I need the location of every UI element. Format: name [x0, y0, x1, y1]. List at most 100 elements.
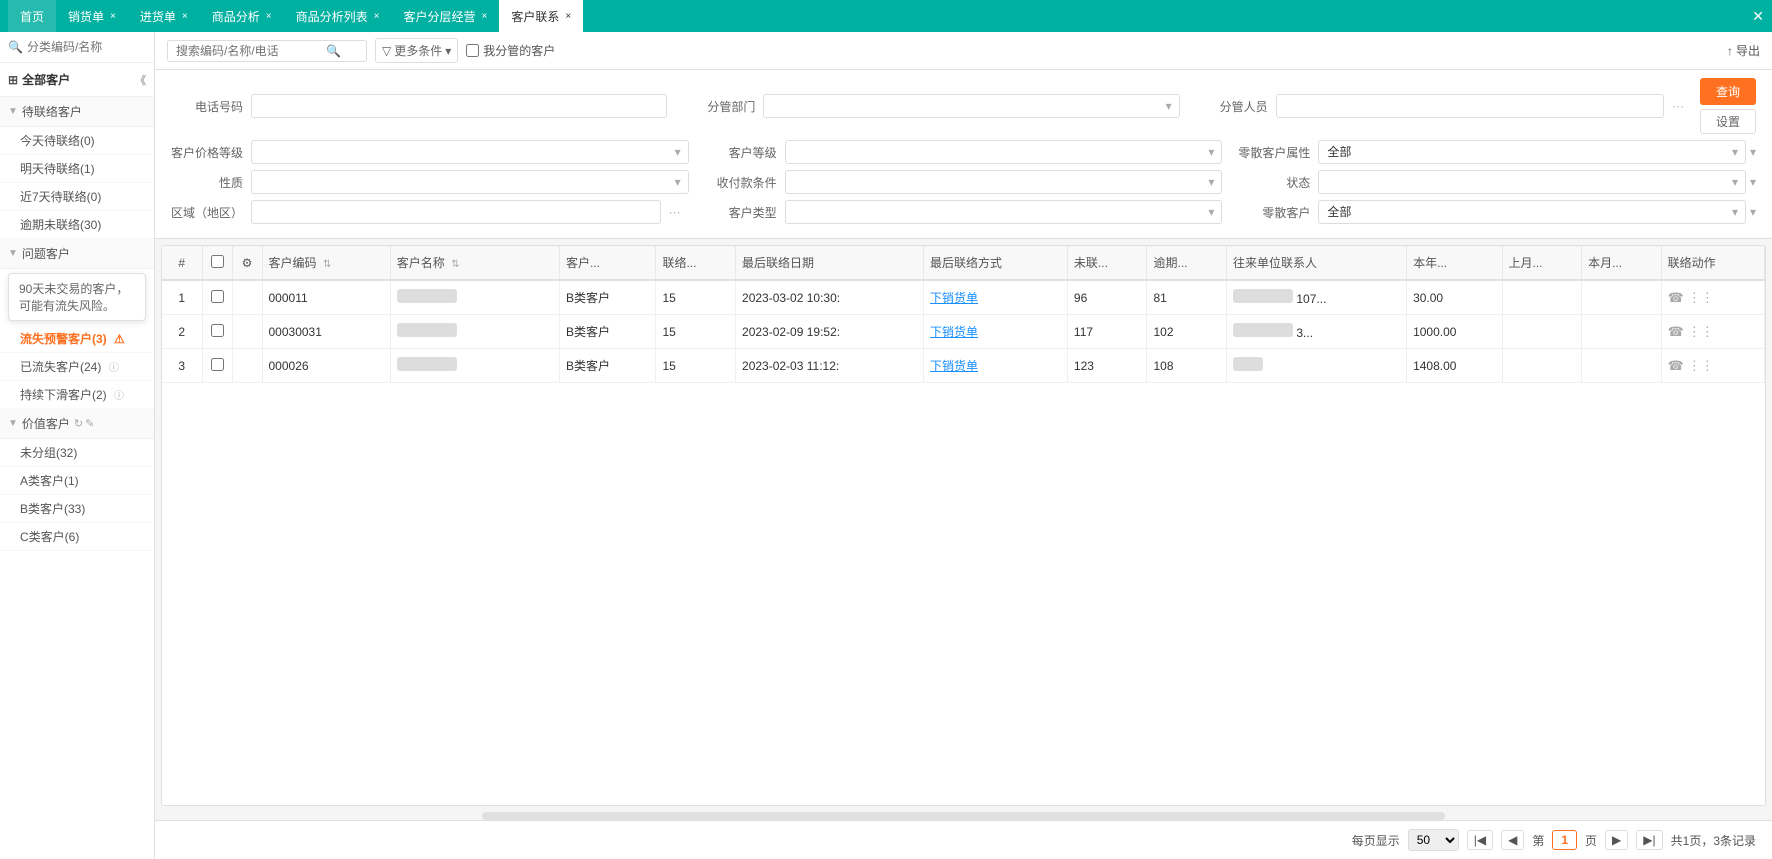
filter-price-level-field: 客户价格等级: [171, 140, 689, 164]
action-grid-icon-1[interactable]: ⋮⋮: [1688, 324, 1714, 340]
export-btn[interactable]: ↑ 导出: [1727, 42, 1760, 59]
sidebar-group-pending[interactable]: ▼ 待联络客户: [0, 97, 154, 127]
tab-home[interactable]: 首页: [8, 0, 56, 32]
settings-button[interactable]: 设置: [1700, 109, 1756, 134]
close-window-icon[interactable]: ✕: [1752, 8, 1764, 25]
customer-level-select-wrap: [785, 140, 1223, 164]
first-page-btn[interactable]: |◀: [1467, 830, 1493, 850]
more-conditions-btn[interactable]: ▽ 更多条件 ▾: [375, 38, 458, 63]
edit-icon[interactable]: ✎: [85, 417, 94, 430]
tab-sales[interactable]: 销货单 ×: [56, 0, 128, 32]
scrollbar-thumb[interactable]: [482, 812, 1445, 820]
sidebar-item-churned[interactable]: 已流失客户(24) ⓘ: [0, 353, 154, 381]
manager-input[interactable]: [1276, 94, 1664, 118]
tab-analysis-list[interactable]: 商品分析列表 ×: [284, 0, 392, 32]
sidebar-item-ungrouped[interactable]: 未分组(32): [0, 439, 154, 467]
sidebar-item-churn-warning[interactable]: 流失预警客户(3) ⚠: [0, 325, 154, 353]
filter-bar: 🔍 ▽ 更多条件 ▾ 我分管的客户 ↑ 导出: [155, 32, 1772, 70]
next-page-btn[interactable]: ▶: [1605, 830, 1628, 850]
td-contact-1: 15: [656, 315, 736, 349]
payment-select[interactable]: [785, 170, 1223, 194]
group-pending-label: 待联络客户: [22, 103, 82, 120]
tab-customer-layer[interactable]: 客户分层经营 ×: [391, 0, 499, 32]
sidebar-group-problem[interactable]: ▼ 问题客户: [0, 239, 154, 269]
horizontal-scrollbar[interactable]: [161, 812, 1766, 820]
per-page-select[interactable]: 50 10 20 100: [1408, 829, 1459, 851]
action-phone-icon-2[interactable]: ☎: [1668, 358, 1684, 374]
sidebar-item-today[interactable]: 今天待联络(0): [0, 127, 154, 155]
sidebar-item-class-a[interactable]: A类客户(1): [0, 467, 154, 495]
manager-more-dots[interactable]: ···: [1664, 99, 1692, 113]
price-level-select[interactable]: [251, 140, 689, 164]
price-level-select-wrap: [251, 140, 689, 164]
more-conditions-label: 更多条件: [394, 42, 442, 59]
tab-analysis[interactable]: 商品分析 ×: [200, 0, 284, 32]
th-category: 客户...: [559, 246, 656, 280]
sidebar-search-input[interactable]: [27, 40, 146, 54]
refresh-icon[interactable]: ↻: [74, 417, 83, 430]
action-grid-icon-2[interactable]: ⋮⋮: [1688, 358, 1714, 374]
sort-name-icon[interactable]: ⇅: [451, 259, 459, 270]
customer-level-select[interactable]: [785, 140, 1223, 164]
select-all-checkbox[interactable]: [211, 255, 224, 268]
th-settings[interactable]: ⚙: [232, 246, 262, 280]
filter-dept-field: 分管部门: [683, 94, 1179, 118]
status-dropdown-icon[interactable]: ▾: [1750, 175, 1756, 189]
search-input[interactable]: [176, 44, 326, 58]
action-grid-icon-0[interactable]: ⋮⋮: [1688, 290, 1714, 306]
phone-input[interactable]: [251, 94, 667, 118]
zero-customer-select-wrap: 全部: [1318, 200, 1746, 224]
region-input[interactable]: [251, 200, 661, 224]
zero-attr-dropdown-icon[interactable]: ▾: [1750, 145, 1756, 159]
sidebar-group-value[interactable]: ▼ 价值客户 ↻ ✎: [0, 409, 154, 439]
sidebar-item-7days[interactable]: 近7天待联络(0): [0, 183, 154, 211]
last-way-link-2[interactable]: 下销货单: [930, 359, 978, 373]
tab-customer-contact[interactable]: 客户联系 ×: [499, 0, 583, 32]
tab-customer-layer-close[interactable]: ×: [481, 11, 487, 22]
gender-select[interactable]: [251, 170, 689, 194]
collapse-icon[interactable]: 《: [135, 72, 146, 88]
tab-analysis-close[interactable]: ×: [266, 11, 272, 22]
search-submit-icon[interactable]: 🔍: [326, 44, 341, 58]
last-page-btn[interactable]: ▶|: [1636, 830, 1662, 850]
sidebar-item-tomorrow[interactable]: 明天待联络(1): [0, 155, 154, 183]
blurred-name: [1233, 323, 1293, 337]
row-checkbox-1[interactable]: [211, 324, 224, 337]
sidebar-search-bar: 🔍: [0, 32, 154, 63]
zero-customer-dropdown-icon[interactable]: ▾: [1750, 205, 1756, 219]
dept-select[interactable]: [763, 94, 1179, 118]
td-unit-contact-1: 3...: [1227, 315, 1407, 349]
sidebar-item-declining[interactable]: 持续下滑客户(2) ⓘ: [0, 381, 154, 409]
sidebar-item-overdue[interactable]: 逾期未联络(30): [0, 211, 154, 239]
sidebar-item-class-b[interactable]: B类客户(33): [0, 495, 154, 523]
last-way-link-0[interactable]: 下销货单: [930, 291, 978, 305]
status-select[interactable]: [1318, 170, 1746, 194]
action-phone-icon-0[interactable]: ☎: [1668, 290, 1684, 306]
zero-attr-select[interactable]: 全部: [1318, 140, 1746, 164]
td-last-date-2: 2023-02-03 11:12:: [736, 349, 924, 383]
total-records-label: 共1页，3条记录: [1671, 832, 1756, 849]
td-contact-2: 15: [656, 349, 736, 383]
query-button[interactable]: 查询: [1700, 78, 1756, 105]
filter-row-4: 区域（地区） ··· 客户类型 零散客户 全部: [171, 200, 1756, 224]
customer-type-select[interactable]: [785, 200, 1223, 224]
sidebar-item-class-c[interactable]: C类客户(6): [0, 523, 154, 551]
prev-page-btn[interactable]: ◀: [1501, 830, 1524, 850]
row-checkbox-2[interactable]: [211, 358, 224, 371]
sort-code-icon[interactable]: ⇅: [323, 259, 331, 270]
tab-purchase-close[interactable]: ×: [182, 11, 188, 22]
pagination-bar: 每页显示 50 10 20 100 |◀ ◀ 第 1 页 ▶ ▶| 共1页，3条…: [155, 820, 1772, 859]
tab-purchase[interactable]: 进货单 ×: [128, 0, 200, 32]
tab-analysis-list-close[interactable]: ×: [374, 11, 380, 22]
tab-sales-close[interactable]: ×: [110, 11, 116, 22]
tab-customer-contact-close[interactable]: ×: [565, 11, 571, 22]
region-more-dots[interactable]: ···: [661, 205, 689, 219]
tab-customer-contact-label: 客户联系: [511, 8, 559, 25]
my-customers-checkbox[interactable]: [466, 44, 479, 57]
zero-customer-select[interactable]: 全部: [1318, 200, 1746, 224]
last-way-link-1[interactable]: 下销货单: [930, 325, 978, 339]
churned-info-icon: ⓘ: [109, 363, 119, 374]
action-phone-icon-1[interactable]: ☎: [1668, 324, 1684, 340]
sidebar-all-customers-header[interactable]: ⊞ 全部客户 《: [0, 63, 154, 97]
row-checkbox-0[interactable]: [211, 290, 224, 303]
